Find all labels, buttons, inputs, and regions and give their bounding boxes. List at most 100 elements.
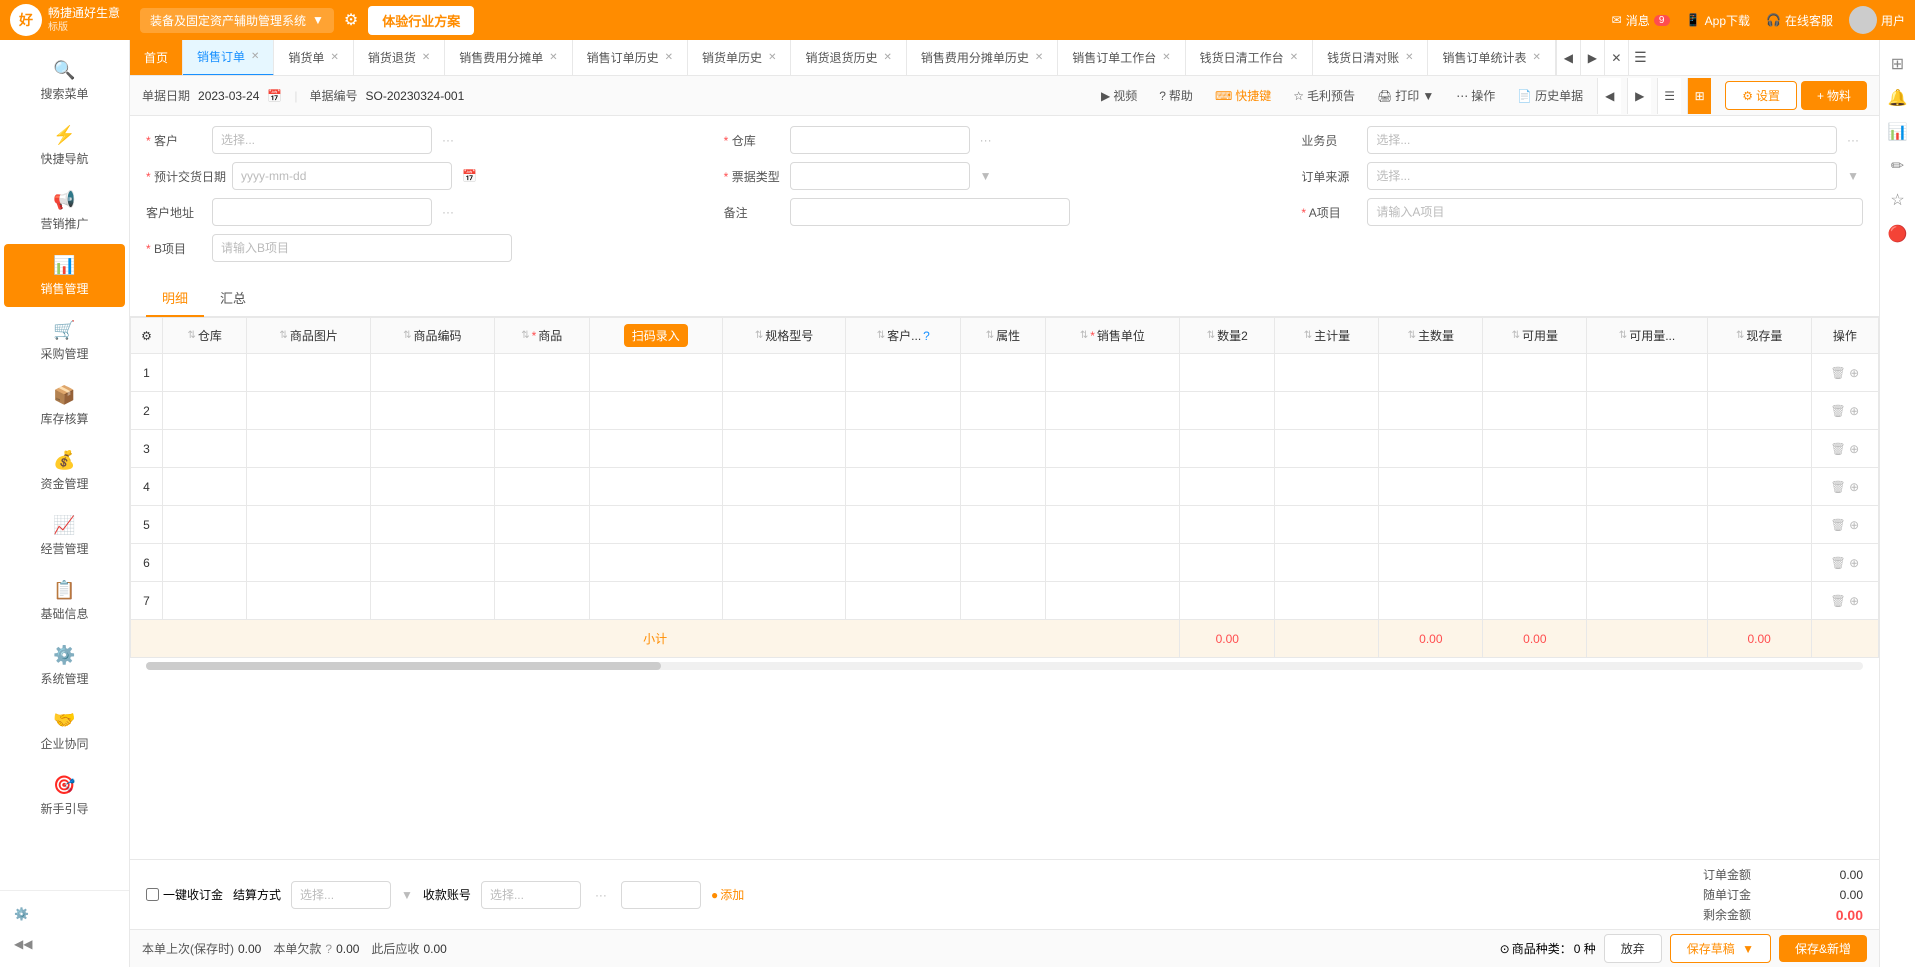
sidebar-item-finance[interactable]: 💰 资金管理 (4, 439, 125, 502)
rs-icon-3[interactable]: 📊 (1882, 116, 1914, 148)
scan-btn[interactable]: 扫码录入 (624, 324, 688, 347)
tab-close-sales-order[interactable]: ✕ (251, 51, 259, 62)
tab-sales-goods[interactable]: 销货单 ✕ (274, 40, 353, 76)
tab-expense-history[interactable]: 销售费用分摊单历史 ✕ (907, 40, 1058, 76)
settings-btn[interactable]: ⚙ 设置 (1725, 81, 1797, 110)
message-btn[interactable]: ✉ 消息 9 (1612, 12, 1670, 29)
tab-close-return[interactable]: ✕ (422, 52, 430, 63)
tab-close-goods-history[interactable]: ✕ (768, 52, 776, 63)
save-new-btn[interactable]: 保存&新增 (1779, 935, 1867, 962)
a-project-input[interactable] (1367, 198, 1863, 226)
history-btn[interactable]: 📄 历史单据 (1509, 84, 1591, 107)
tab-reconciliation[interactable]: 钱货日清对账 ✕ (1313, 40, 1428, 76)
delete-row-icon[interactable]: 🗑 (1831, 442, 1846, 456)
tab-close-expense[interactable]: ✕ (549, 52, 557, 63)
tab-return[interactable]: 销货退货 ✕ (354, 40, 445, 76)
tab-daily-workspace[interactable]: 钱货日清工作台 ✕ (1186, 40, 1313, 76)
warehouse-input[interactable]: 成品库 (790, 126, 970, 154)
online-service-btn[interactable]: 🎧 在线客服 (1766, 12, 1833, 29)
delete-row-icon[interactable]: 🗑 (1831, 480, 1846, 494)
sidebar-item-marketing[interactable]: 📢 营销推广 (4, 179, 125, 242)
tab-home[interactable]: 首页 (130, 40, 183, 76)
rs-icon-2[interactable]: 🔔 (1882, 82, 1914, 114)
tab-close-daily-workspace[interactable]: ✕ (1290, 52, 1298, 63)
copy-row-icon[interactable]: ⊕ (1849, 404, 1859, 418)
industry-btn[interactable]: 体验行业方案 (368, 6, 474, 35)
tab-sales-order[interactable]: 销售订单 ✕ (183, 40, 274, 76)
next-record-btn[interactable]: ▶ (1627, 78, 1651, 114)
view-list-btn[interactable]: ☰ (1657, 78, 1681, 114)
account-dots[interactable]: ··· (591, 888, 611, 902)
sidebar-item-purchase[interactable]: 🛒 采购管理 (4, 309, 125, 372)
discard-btn[interactable]: 放弃 (1604, 934, 1662, 963)
payment-amount-input[interactable]: 0.00 (621, 881, 701, 909)
rs-icon-1[interactable]: ⊞ (1882, 48, 1914, 80)
tab-close-order-history[interactable]: ✕ (665, 52, 673, 63)
b-project-input[interactable] (212, 234, 512, 262)
tab-detail[interactable]: 明细 (146, 280, 204, 317)
tab-return-history[interactable]: 销货退货历史 ✕ (791, 40, 906, 76)
copy-row-icon[interactable]: ⊕ (1849, 518, 1859, 532)
customer-address-input[interactable] (212, 198, 432, 226)
tab-order-workspace[interactable]: 销售订单工作台 ✕ (1058, 40, 1185, 76)
invoice-type-input[interactable]: 不开票 (790, 162, 970, 190)
horizontal-scrollbar[interactable] (146, 662, 1863, 670)
delete-row-icon[interactable]: 🗑 (1831, 404, 1846, 418)
one-click-checkbox-label[interactable]: 一键收订金 (146, 886, 223, 903)
tab-close-return-history[interactable]: ✕ (883, 52, 891, 63)
tab-summary[interactable]: 汇总 (204, 280, 262, 317)
sidebar-item-quick-nav[interactable]: ⚡ 快捷导航 (4, 114, 125, 177)
app-download-btn[interactable]: 📱 App下载 (1686, 12, 1750, 29)
copy-row-icon[interactable]: ⊕ (1849, 442, 1859, 456)
order-source-dropdown[interactable]: ▼ (1843, 169, 1863, 183)
calendar-icon[interactable]: 📅 (267, 89, 282, 103)
tab-expense[interactable]: 销售费用分摊单 ✕ (445, 40, 572, 76)
system-title[interactable]: 装备及固定资产辅助管理系统 ▼ (140, 8, 334, 33)
address-dots[interactable]: ··· (438, 205, 458, 219)
profit-btn[interactable]: ☆ 毛利预告 (1285, 84, 1363, 107)
sidebar-item-sales[interactable]: 📊 销售管理 (4, 244, 125, 307)
tab-list-btn[interactable]: ☰ (1628, 40, 1652, 76)
grid-view-btn[interactable]: ⊞ (1687, 78, 1711, 114)
copy-row-icon[interactable]: ⊕ (1849, 594, 1859, 608)
order-source-input[interactable] (1367, 162, 1837, 190)
sidebar-item-basic[interactable]: 📋 基础信息 (4, 569, 125, 632)
prev-record-btn[interactable]: ◀ (1597, 78, 1621, 114)
user-btn[interactable]: 用户 (1849, 6, 1905, 34)
delete-row-icon[interactable]: 🗑 (1831, 518, 1846, 532)
account-input[interactable] (481, 881, 581, 909)
operate-btn[interactable]: ⋯ 操作 (1448, 84, 1503, 107)
sidebar-item-system[interactable]: ⚙️ 系统管理 (4, 634, 125, 697)
gear-icon[interactable]: ⚙ (344, 10, 358, 30)
copy-row-icon[interactable]: ⊕ (1849, 480, 1859, 494)
remark-input[interactable] (790, 198, 1070, 226)
sidebar-item-enterprise[interactable]: 🤝 企业协同 (4, 699, 125, 762)
tab-close-sales-goods[interactable]: ✕ (330, 52, 338, 63)
view-btn[interactable]: ▶ 视频 (1093, 84, 1145, 107)
save-draft-btn[interactable]: 保存草稿 ▼ (1670, 934, 1771, 963)
tab-close-stats[interactable]: ✕ (1533, 52, 1541, 63)
salesperson-input[interactable] (1367, 126, 1837, 154)
add-material-btn[interactable]: + 物料 (1801, 81, 1867, 110)
tab-close-expense-history[interactable]: ✕ (1035, 52, 1043, 63)
sidebar-item-inventory[interactable]: 📦 库存核算 (4, 374, 125, 437)
add-payment-btn[interactable]: ● 添加 (711, 886, 744, 903)
delivery-date-input[interactable] (232, 162, 452, 190)
payment-dropdown-icon[interactable]: ▼ (401, 888, 413, 902)
print-btn[interactable]: 🖨 打印 ▼ (1369, 84, 1442, 107)
settings-gear-icon[interactable]: ⚙ (141, 329, 152, 343)
tab-nav-prev[interactable]: ◀ (1556, 40, 1580, 76)
tab-order-history[interactable]: 销售订单历史 ✕ (573, 40, 688, 76)
delete-row-icon[interactable]: 🗑 (1831, 556, 1846, 570)
tab-goods-history[interactable]: 销货单历史 ✕ (688, 40, 791, 76)
shortcut-btn[interactable]: ⌨ 快捷键 (1207, 84, 1279, 107)
tab-nav-next[interactable]: ▶ (1580, 40, 1604, 76)
one-click-checkbox[interactable] (146, 888, 159, 901)
rs-icon-5[interactable]: ☆ (1882, 184, 1914, 216)
sidebar-item-operation[interactable]: 📈 经营管理 (4, 504, 125, 567)
sidebar-item-search[interactable]: 🔍 搜索菜单 (4, 49, 125, 112)
invoice-dropdown-icon[interactable]: ▼ (976, 169, 996, 183)
calendar-icon2[interactable]: 📅 (458, 169, 481, 183)
tab-close-order-workspace[interactable]: ✕ (1162, 52, 1170, 63)
customer-dots[interactable]: ··· (438, 133, 458, 147)
